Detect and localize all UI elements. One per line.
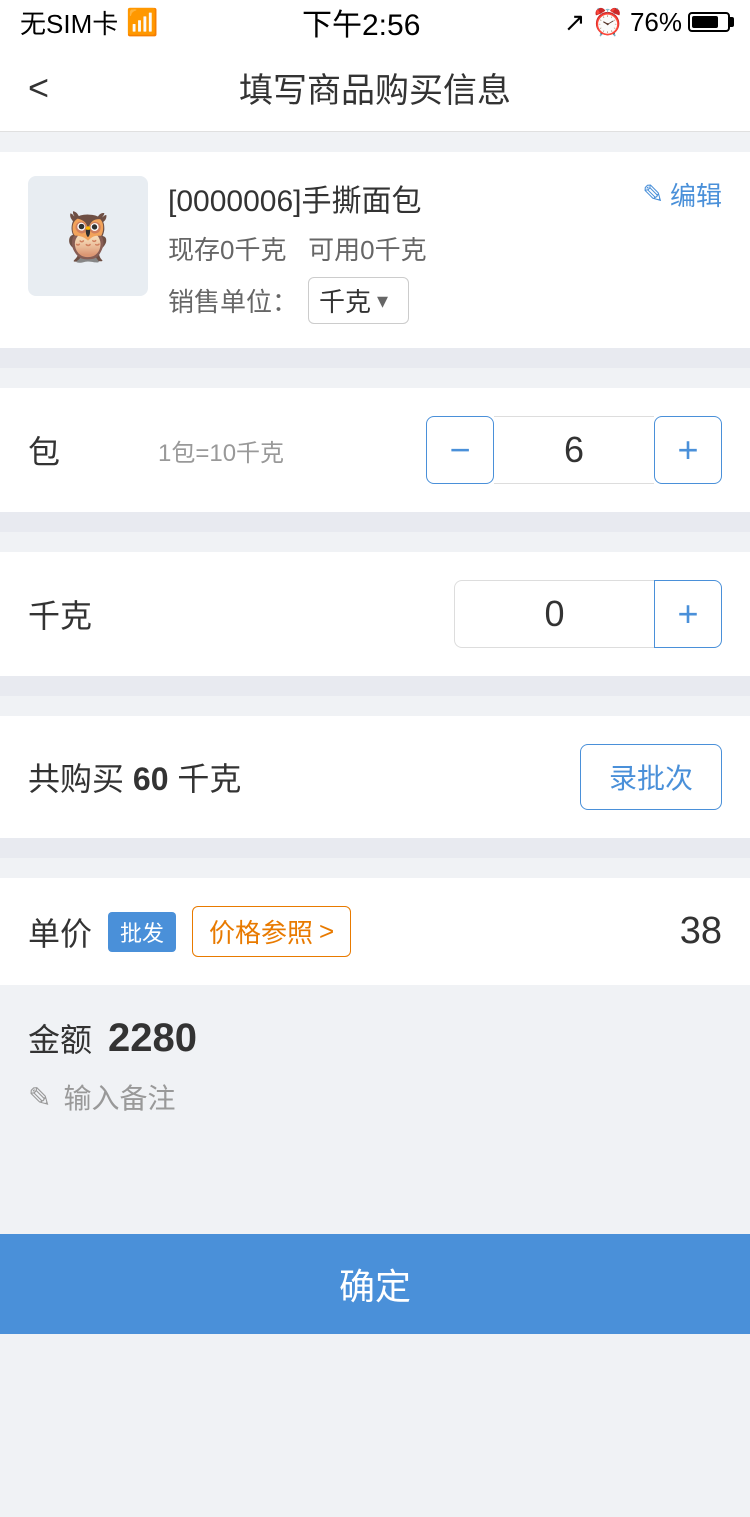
- bao-section: 包 1包=10千克 − 6 +: [0, 388, 750, 512]
- separator-2: [0, 512, 750, 532]
- carrier-label: 无SIM卡: [20, 4, 118, 41]
- bao-qty-input[interactable]: 6: [494, 416, 654, 484]
- battery-percent: 76%: [630, 7, 682, 38]
- batch-button[interactable]: 录批次: [580, 744, 722, 810]
- kg-qty-input[interactable]: 0: [454, 580, 654, 648]
- bao-hint: 1包=10千克: [158, 433, 284, 468]
- chevron-right-icon: >: [319, 916, 334, 947]
- chevron-down-icon: ▾: [377, 288, 388, 314]
- status-right: ↗ ⏰ 76%: [564, 7, 730, 38]
- price-row: 单价 批发 价格参照 > 38: [28, 906, 722, 957]
- product-card: 🦉 [0000006]手撕面包 现存0千克 可用0千克 销售单位： 千克 ▾ ✎…: [0, 152, 750, 348]
- battery-icon: [688, 12, 730, 32]
- total-unit: 千克: [177, 761, 241, 797]
- product-info: [0000006]手撕面包 现存0千克 可用0千克 销售单位： 千克 ▾: [168, 176, 722, 324]
- bao-plus-button[interactable]: +: [654, 416, 722, 484]
- location-icon: ↗: [564, 7, 586, 38]
- total-row: 共购买 60 千克 录批次: [0, 716, 750, 838]
- nav-bar: < 填写商品购买信息: [0, 44, 750, 132]
- product-logo-icon: 🦉: [58, 208, 118, 265]
- unit-prefix: 销售单位：: [168, 282, 298, 319]
- stock-label: 现存0千克: [168, 235, 286, 265]
- page-title: 填写商品购买信息: [239, 63, 511, 112]
- separator-1: [0, 348, 750, 368]
- product-unit-row: 销售单位： 千克 ▾: [168, 277, 722, 324]
- price-ref-label: 价格参照: [209, 913, 313, 950]
- amount-value: 2280: [108, 1016, 197, 1061]
- status-time: 下午2:56: [302, 0, 420, 44]
- separator-3: [0, 676, 750, 696]
- separator-4: [0, 838, 750, 858]
- status-left: 无SIM卡 📶: [20, 4, 159, 41]
- edit-button[interactable]: ✎ 编辑: [642, 176, 722, 213]
- unit-select[interactable]: 千克 ▾: [308, 277, 409, 324]
- price-label: 单价: [28, 909, 92, 955]
- wifi-icon: 📶: [126, 7, 158, 38]
- kg-label: 千克: [28, 591, 148, 637]
- product-code-name: [0000006]手撕面包: [168, 176, 722, 220]
- total-section: 共购买 60 千克 录批次: [0, 716, 750, 838]
- amount-label: 金额: [28, 1015, 92, 1061]
- bao-qty-control: − 6 +: [426, 416, 722, 484]
- status-bar: 无SIM卡 📶 下午2:56 ↗ ⏰ 76%: [0, 0, 750, 44]
- bao-row: 包 1包=10千克 − 6 +: [0, 388, 750, 512]
- product-stock: 现存0千克 可用0千克: [168, 230, 722, 267]
- kg-section: 千克 0 +: [0, 552, 750, 676]
- product-image: 🦉: [28, 176, 148, 296]
- kg-row: 千克 0 +: [0, 552, 750, 676]
- kg-plus-button[interactable]: +: [654, 580, 722, 648]
- price-value: 38: [680, 910, 722, 953]
- amount-row: 金额 2280: [28, 1015, 722, 1061]
- unit-value: 千克: [319, 282, 371, 319]
- back-button[interactable]: <: [28, 67, 49, 109]
- edit-label: 编辑: [670, 176, 722, 213]
- price-ref-button[interactable]: 价格参照 >: [192, 906, 351, 957]
- total-label: 共购买 60 千克: [28, 754, 580, 800]
- pencil-icon: ✎: [28, 1081, 51, 1114]
- edit-icon: ✎: [642, 179, 664, 210]
- amount-section: 金额 2280 ✎ 输入备注: [0, 987, 750, 1117]
- alarm-icon: ⏰: [592, 7, 624, 38]
- product-name: 手撕面包: [301, 185, 421, 218]
- available-label: 可用0千克: [308, 235, 426, 265]
- bao-label: 包: [28, 427, 148, 473]
- price-tag: 批发: [108, 912, 176, 952]
- kg-qty-control: 0 +: [454, 580, 722, 648]
- confirm-button[interactable]: 确定: [0, 1234, 750, 1334]
- total-amount: 60: [133, 761, 169, 797]
- bao-minus-button[interactable]: −: [426, 416, 494, 484]
- price-section: 单价 批发 价格参照 > 38: [0, 878, 750, 985]
- product-code: [0000006]: [168, 185, 301, 218]
- note-placeholder: 输入备注: [63, 1077, 175, 1117]
- total-prefix: 共购买: [28, 761, 124, 797]
- note-row[interactable]: ✎ 输入备注: [28, 1077, 722, 1117]
